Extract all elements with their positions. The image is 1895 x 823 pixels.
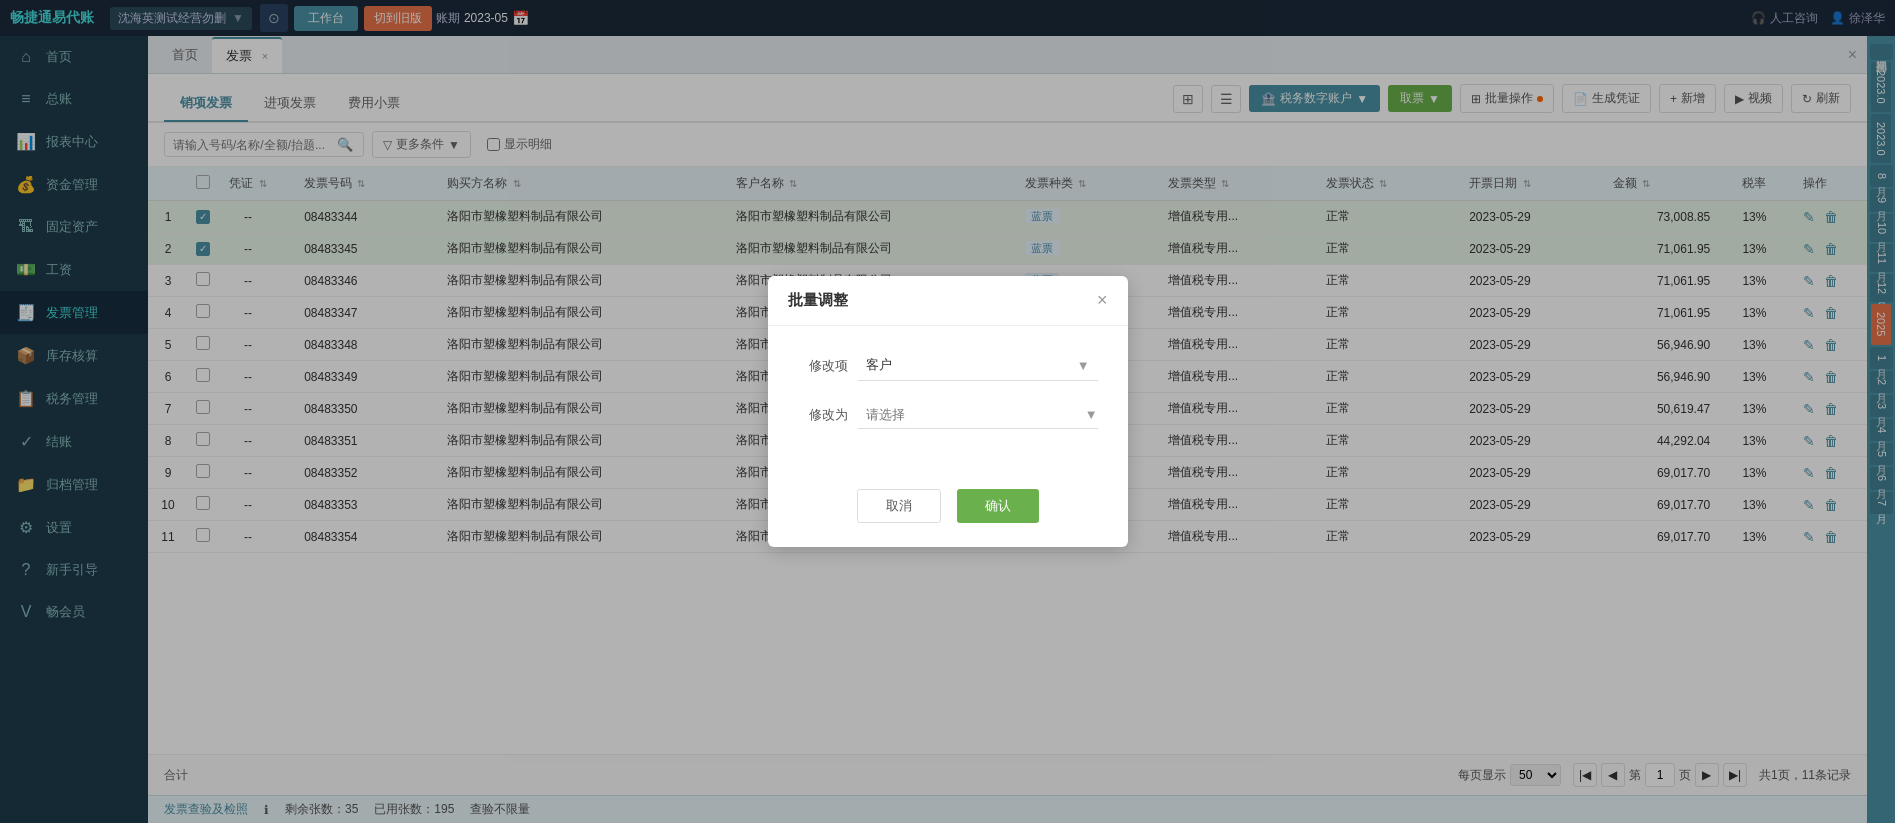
modal-cancel-btn[interactable]: 取消: [857, 489, 941, 523]
modal-title: 批量调整: [788, 291, 848, 310]
modify-to-input[interactable]: [858, 401, 1085, 428]
modify-item-label: 修改项: [798, 357, 848, 375]
modify-to-arrow-icon: ▼: [1085, 407, 1098, 422]
modal-footer: 取消 确认: [768, 473, 1128, 547]
batch-adjust-modal: 批量调整 × 修改项 客户 ▼ 修改为 ▼ 取消 确认: [768, 276, 1128, 547]
modify-item-arrow-icon: ▼: [1077, 358, 1090, 373]
modify-item-select[interactable]: 客户 ▼: [858, 350, 1098, 381]
modal-header: 批量调整 ×: [768, 276, 1128, 326]
modify-item-value: 客户: [866, 356, 892, 374]
modify-to-label: 修改为: [798, 406, 848, 424]
modal-body: 修改项 客户 ▼ 修改为 ▼: [768, 326, 1128, 473]
modal-confirm-btn[interactable]: 确认: [957, 489, 1039, 523]
modal-overlay: 批量调整 × 修改项 客户 ▼ 修改为 ▼ 取消 确认: [0, 0, 1895, 823]
modify-item-row: 修改项 客户 ▼: [798, 350, 1098, 381]
modal-close-btn[interactable]: ×: [1097, 290, 1108, 311]
modify-to-row: 修改为 ▼: [798, 401, 1098, 429]
modify-to-input-wrapper: ▼: [858, 401, 1098, 429]
